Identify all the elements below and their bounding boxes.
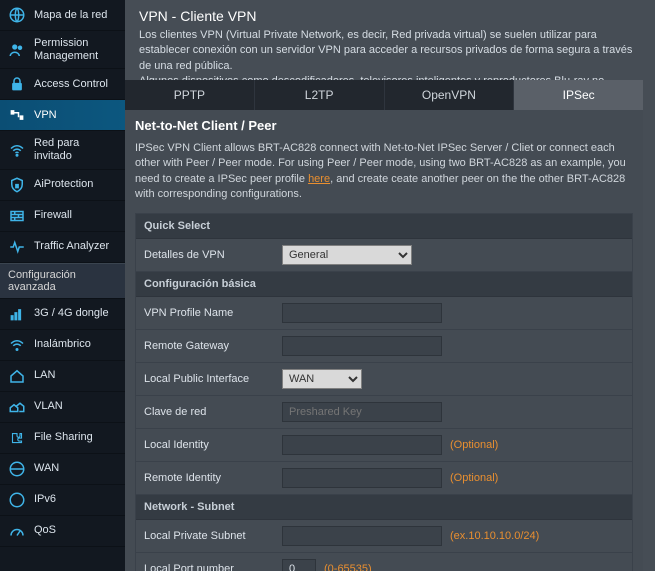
tab-ipsec[interactable]: IPSec [514, 80, 643, 110]
sidebar-item-lan[interactable]: LAN [0, 361, 125, 392]
profile-name-label: VPN Profile Name [144, 307, 274, 319]
sidebar-item-network-map[interactable]: Mapa de la red [0, 0, 125, 31]
sidebar-item-permission[interactable]: Permission Management [0, 31, 125, 69]
homes-icon [8, 398, 26, 416]
sidebar-item-wireless[interactable]: Inalámbrico [0, 330, 125, 361]
home-icon [8, 367, 26, 385]
content-area: VPN - Cliente VPN Los clientes VPN (Virt… [125, 0, 655, 571]
sidebar-item-qos[interactable]: QoS [0, 516, 125, 547]
vpn-details-select[interactable]: General [282, 245, 412, 265]
section-quick-select: Quick Select [136, 214, 632, 239]
lock-icon [8, 75, 26, 93]
sidebar-item-label: Mapa de la red [34, 9, 107, 22]
remote-gateway-label: Remote Gateway [144, 340, 274, 352]
sidebar-item-wan[interactable]: WAN [0, 454, 125, 485]
sidebar-item-label: 3G / 4G dongle [34, 307, 109, 320]
protocol-tabs: PPTP L2TP OpenVPN IPSec [125, 80, 643, 110]
pulse-icon [8, 238, 26, 256]
sidebar-section-advanced: Configuración avanzada [0, 263, 125, 299]
sidebar-item-label: Firewall [34, 209, 72, 222]
intro-text-1: Los clientes VPN (Virtual Private Networ… [125, 28, 655, 74]
sidebar-item-label: Inalámbrico [34, 338, 91, 351]
sidebar-item-label: VLAN [34, 400, 63, 413]
sidebar-item-label: IPv6 [34, 493, 56, 506]
tab-openvpn[interactable]: OpenVPN [385, 80, 515, 110]
vpn-details-label: Detalles de VPN [144, 249, 274, 261]
vpn-icon [8, 106, 26, 124]
preshared-key-label: Clave de red [144, 406, 274, 418]
sidebar-item-access-control[interactable]: Access Control [0, 69, 125, 100]
wifi-icon [8, 141, 26, 159]
panel-description: IPSec VPN Client allows BRT-AC828 connec… [125, 141, 643, 209]
sidebar-item-label: Red para invitado [34, 137, 117, 162]
globe-icon [8, 491, 26, 509]
section-basic-config: Configuración básica [136, 272, 632, 297]
sidebar-item-label: LAN [34, 369, 55, 382]
sidebar-item-label: VPN [34, 109, 57, 122]
sidebar-item-label: WAN [34, 462, 59, 475]
sidebar-item-label: Traffic Analyzer [34, 240, 109, 253]
local-port-input[interactable] [282, 559, 316, 571]
local-private-subnet-label: Local Private Subnet [144, 530, 274, 542]
puzzle-icon [8, 429, 26, 447]
here-link[interactable]: here [308, 173, 330, 185]
tab-l2tp[interactable]: L2TP [255, 80, 385, 110]
sidebar-item-file-sharing[interactable]: File Sharing [0, 423, 125, 454]
users-icon [8, 41, 26, 59]
remote-identity-label: Remote Identity [144, 472, 274, 484]
sidebar-item-vpn[interactable]: VPN [0, 100, 125, 131]
globe-icon [8, 460, 26, 478]
page-title: VPN - Cliente VPN [125, 0, 655, 28]
globe-icon [8, 6, 26, 24]
wifi-icon [8, 336, 26, 354]
sidebar-item-label: QoS [34, 524, 56, 537]
sidebar-item-firewall[interactable]: Firewall [0, 201, 125, 232]
signal-icon [8, 305, 26, 323]
gauge-icon [8, 522, 26, 540]
vpn-config-panel: PPTP L2TP OpenVPN IPSec Net-to-Net Clien… [125, 80, 643, 571]
example-hint: (ex.10.10.10.0/24) [450, 530, 539, 542]
remote-identity-input[interactable] [282, 468, 442, 488]
sidebar-item-label: Permission Management [34, 37, 117, 62]
preshared-key-input[interactable] [282, 402, 442, 422]
sidebar-item-aiprotection[interactable]: AiProtection [0, 170, 125, 201]
optional-hint: (Optional) [450, 472, 498, 484]
local-public-interface-select[interactable]: WAN [282, 369, 362, 389]
remote-gateway-input[interactable] [282, 336, 442, 356]
sidebar-item-ipv6[interactable]: IPv6 [0, 485, 125, 516]
section-network-subnet: Network - Subnet [136, 495, 632, 520]
range-hint: (0-65535) [324, 563, 372, 571]
sidebar-item-vlan[interactable]: VLAN [0, 392, 125, 423]
sidebar-item-label: File Sharing [34, 431, 93, 444]
local-port-label: Local Port number [144, 563, 274, 571]
sidebar: Mapa de la red Permission Management Acc… [0, 0, 125, 571]
local-private-subnet-input[interactable] [282, 526, 442, 546]
sidebar-item-3g4g[interactable]: 3G / 4G dongle [0, 299, 125, 330]
local-public-interface-label: Local Public Interface [144, 373, 274, 385]
sidebar-item-traffic-analyzer[interactable]: Traffic Analyzer [0, 232, 125, 263]
sidebar-item-label: Access Control [34, 78, 108, 91]
tab-pptp[interactable]: PPTP [125, 80, 255, 110]
panel-title: Net-to-Net Client / Peer [125, 110, 643, 141]
sidebar-item-guest-network[interactable]: Red para invitado [0, 131, 125, 169]
config-form: Quick Select Detalles de VPN General Con… [135, 213, 633, 571]
profile-name-input[interactable] [282, 303, 442, 323]
sidebar-item-label: AiProtection [34, 178, 93, 191]
firewall-icon [8, 207, 26, 225]
shield-icon [8, 176, 26, 194]
local-identity-input[interactable] [282, 435, 442, 455]
optional-hint: (Optional) [450, 439, 498, 451]
local-identity-label: Local Identity [144, 439, 274, 451]
